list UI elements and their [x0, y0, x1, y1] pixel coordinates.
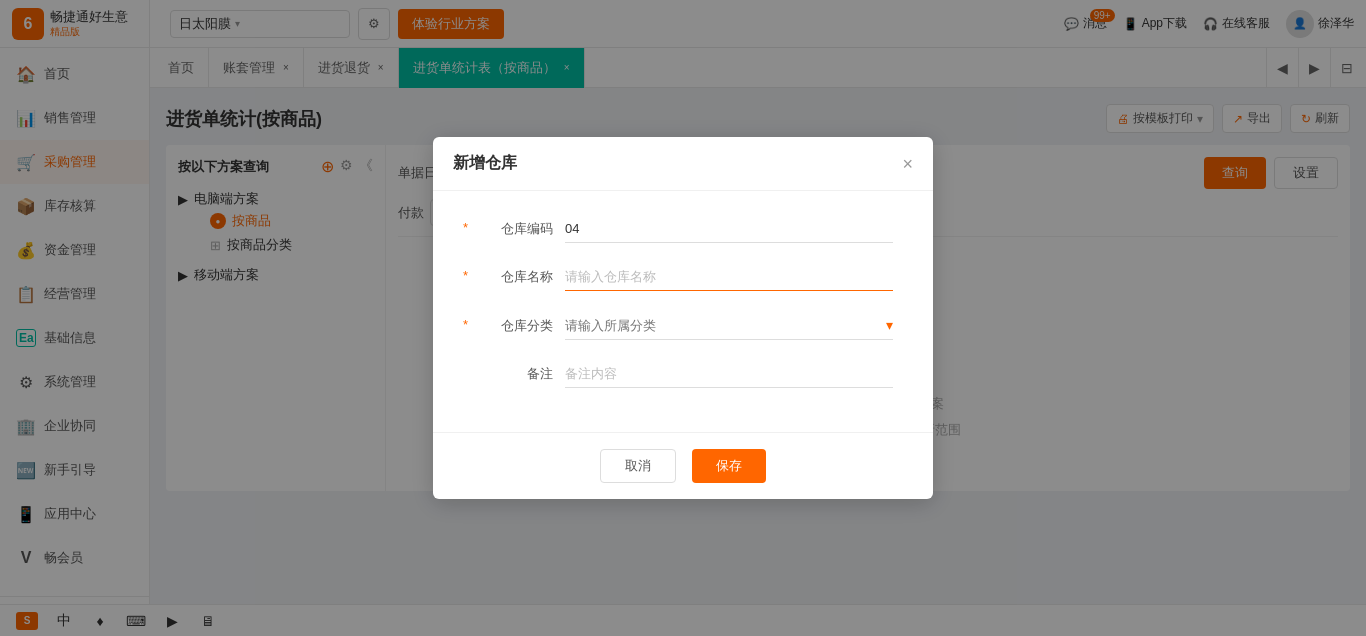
modal-header: 新增仓库 × — [433, 137, 933, 191]
add-warehouse-modal: 新增仓库 × 仓库编码 仓库名称 仓库分类 ▾ — [433, 137, 933, 499]
code-input[interactable] — [565, 215, 893, 243]
form-row-name: 仓库名称 — [473, 263, 893, 291]
remark-input[interactable] — [565, 360, 893, 388]
modal-overlay: 新增仓库 × 仓库编码 仓库名称 仓库分类 ▾ — [0, 0, 1366, 636]
form-row-remark: 备注 — [473, 360, 893, 388]
category-arrow-icon: ▾ — [886, 317, 893, 333]
name-label: 仓库名称 — [473, 268, 553, 286]
modal-close-button[interactable]: × — [902, 155, 913, 173]
form-row-category: 仓库分类 ▾ — [473, 311, 893, 340]
category-input[interactable] — [565, 318, 886, 333]
modal-body: 仓库编码 仓库名称 仓库分类 ▾ 备注 — [433, 191, 933, 432]
name-input[interactable] — [565, 263, 893, 291]
modal-title: 新增仓库 — [453, 153, 517, 174]
cancel-button[interactable]: 取消 — [600, 449, 676, 483]
save-button[interactable]: 保存 — [692, 449, 766, 483]
form-row-code: 仓库编码 — [473, 215, 893, 243]
category-label: 仓库分类 — [473, 317, 553, 335]
modal-footer: 取消 保存 — [433, 432, 933, 499]
code-label: 仓库编码 — [473, 220, 553, 238]
category-select[interactable]: ▾ — [565, 311, 893, 340]
remark-label: 备注 — [473, 365, 553, 383]
